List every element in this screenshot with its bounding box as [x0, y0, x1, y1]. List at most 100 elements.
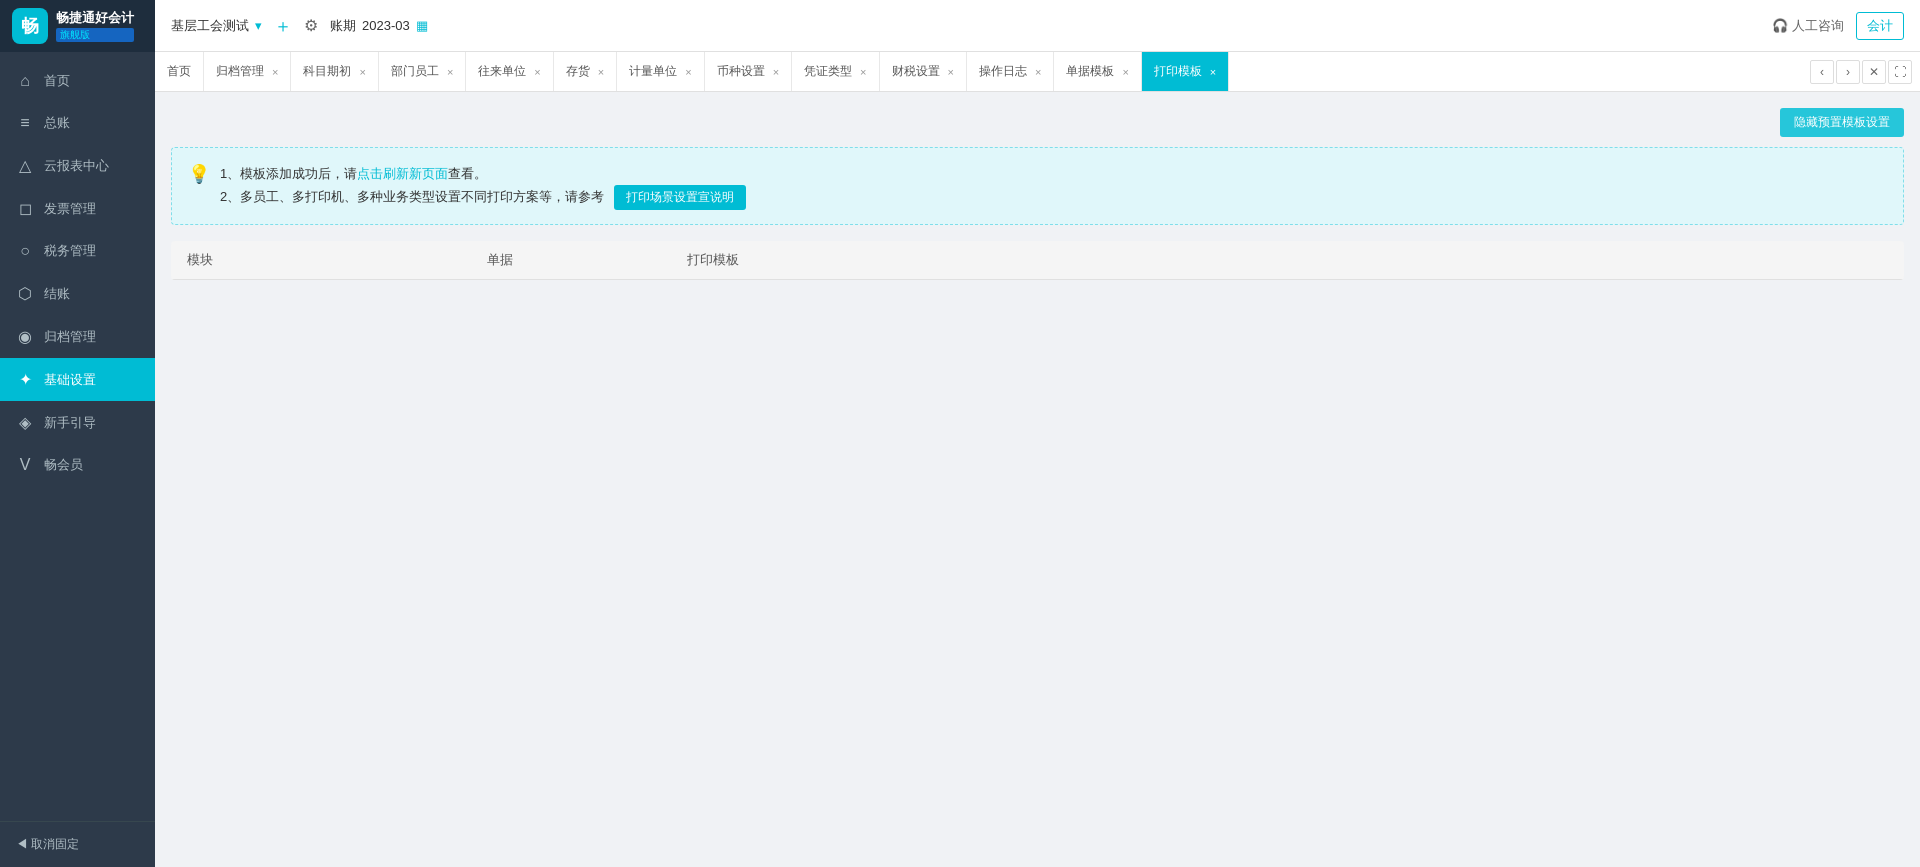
- sidebar-label-guide: 新手引导: [44, 414, 96, 432]
- notice-icon: 💡: [188, 163, 210, 185]
- sidebar-item-reports[interactable]: △云报表中心: [0, 144, 155, 187]
- tab-next-button[interactable]: ›: [1836, 60, 1860, 84]
- sidebar-item-close[interactable]: ⬡结账: [0, 272, 155, 315]
- notice-line1: 1、模板添加成功后，请点击刷新新页面查看。: [220, 162, 1887, 185]
- tab-label-8: 凭证类型: [804, 63, 852, 80]
- tab-item-0[interactable]: 首页: [155, 52, 204, 92]
- logo-title: 畅捷通好会计: [56, 10, 134, 26]
- tab-item-2[interactable]: 科目期初 ×: [291, 52, 378, 92]
- tab-close-button[interactable]: ✕: [1862, 60, 1886, 84]
- sidebar-label-ledger: 总账: [44, 114, 70, 132]
- tab-item-12[interactable]: 打印模板×: [1142, 52, 1229, 92]
- service-label: 人工咨询: [1792, 17, 1844, 35]
- logo-icon: 畅: [12, 8, 48, 44]
- tab-prev-button[interactable]: ‹: [1810, 60, 1834, 84]
- logo-text: 畅捷通好会计 旗舰版: [56, 10, 134, 42]
- tab-label-5: 存货: [566, 63, 590, 80]
- company-arrow-icon: ▾: [255, 18, 262, 33]
- sidebar-label-archive: 归档管理: [44, 328, 96, 346]
- tab-label-1: 归档管理: [216, 63, 264, 80]
- tab-close-1[interactable]: ×: [272, 66, 278, 78]
- tab-close-9[interactable]: ×: [948, 66, 954, 78]
- table-header-module: 模块: [171, 241, 471, 279]
- sidebar-item-archive[interactable]: ◉ 归档管理: [0, 315, 155, 358]
- notice-line2: 2、多员工、多打印机、多种业务类型设置不同打印方案等，请参考 打印场景设置宣说明: [220, 185, 1887, 210]
- tab-label-11: 单据模板: [1066, 63, 1114, 80]
- notice-line1-prefix: 1、模板添加成功后，请: [220, 166, 357, 181]
- tab-label-2: 科目期初: [303, 63, 351, 80]
- tab-item-5[interactable]: 存货 ×: [554, 52, 617, 92]
- tab-close-3[interactable]: ×: [447, 66, 453, 78]
- notice-refresh-link[interactable]: 点击刷新新页面: [357, 166, 448, 181]
- headset-icon: 🎧: [1772, 18, 1788, 33]
- tab-close-2[interactable]: ×: [359, 66, 365, 78]
- sidebar-label-member: 畅会员: [44, 456, 83, 474]
- tab-label-4: 往来单位: [478, 63, 526, 80]
- sidebar-label-home: 首页: [44, 72, 70, 90]
- tab-expand-button[interactable]: ⛶: [1888, 60, 1912, 84]
- sidebar-label-invoice: 发票管理: [44, 200, 96, 218]
- tab-item-9[interactable]: 财税设置×: [880, 52, 967, 92]
- tab-close-12[interactable]: ×: [1210, 66, 1216, 78]
- sidebar-logo: 畅 畅捷通好会计 旗舰版: [0, 0, 155, 52]
- sidebar-item-home[interactable]: ⌂ 首页: [0, 60, 155, 102]
- tab-close-11[interactable]: ×: [1122, 66, 1128, 78]
- add-tab-icon[interactable]: ＋: [274, 14, 292, 38]
- topbar-period: 账期 2023-03 ▦: [330, 17, 428, 35]
- sidebar-footer[interactable]: ◀ 取消固定: [0, 821, 155, 867]
- tab-item-7[interactable]: 币种设置 ×: [705, 52, 792, 92]
- company-name: 基层工会测试: [171, 17, 249, 35]
- topbar-company[interactable]: 基层工会测试 ▾: [171, 17, 262, 35]
- sidebar-item-invoice[interactable]: ◻发票管理: [0, 187, 155, 230]
- tab-close-10[interactable]: ×: [1035, 66, 1041, 78]
- period-value: 2023-03: [362, 18, 410, 33]
- table-header-document: 单据: [471, 241, 671, 279]
- tab-close-4[interactable]: ×: [534, 66, 540, 78]
- tab-item-1[interactable]: 归档管理 ×: [204, 52, 291, 92]
- home-icon: ⌂: [16, 72, 34, 90]
- settings-icon: ✦: [16, 370, 34, 389]
- tab-label-6: 计量单位: [629, 63, 677, 80]
- period-label: 账期: [330, 17, 356, 35]
- tab-item-6[interactable]: 计量单位 ×: [617, 52, 704, 92]
- tab-close-7[interactable]: ×: [773, 66, 779, 78]
- tab-item-11[interactable]: 单据模板 ×: [1054, 52, 1141, 92]
- hide-template-button[interactable]: 隐藏预置模板设置: [1780, 108, 1904, 137]
- reports-icon: △: [16, 156, 34, 175]
- archive-icon: ◉: [16, 327, 34, 346]
- sidebar-item-guide[interactable]: ◈ 新手引导: [0, 401, 155, 444]
- settings-icon[interactable]: ⚙: [304, 16, 318, 35]
- main-content: 基层工会测试 ▾ ＋ ⚙ 账期 2023-03 ▦ 🎧 人工咨询 会计 首页归档…: [155, 0, 1920, 867]
- tab-item-4[interactable]: 往来单位 ×: [466, 52, 553, 92]
- notice-line1-suffix: 查看。: [448, 166, 487, 181]
- tab-close-5[interactable]: ×: [598, 66, 604, 78]
- guide-icon: ◈: [16, 413, 34, 432]
- tab-label-3: 部门员工: [391, 63, 439, 80]
- tax-icon: ○: [16, 242, 34, 260]
- template-table: 模块 单据 打印模板: [171, 241, 1904, 280]
- service-button[interactable]: 🎧 人工咨询: [1772, 17, 1844, 35]
- tab-nav-buttons: ‹ › ✕ ⛶: [1810, 60, 1920, 84]
- tab-label-0: 首页: [167, 63, 191, 80]
- tab-close-6[interactable]: ×: [685, 66, 691, 78]
- logo-subtitle: 旗舰版: [56, 28, 134, 42]
- sidebar: 畅 畅捷通好会计 旗舰版 ⌂ 首页 ≡总账△云报表中心◻发票管理○税务管理⬡结账 ◉ 归…: [0, 0, 155, 867]
- page-content: 隐藏预置模板设置 💡 1、模板添加成功后，请点击刷新新页面查看。 2、多员工、多…: [155, 92, 1920, 867]
- notice-box: 💡 1、模板添加成功后，请点击刷新新页面查看。 2、多员工、多打印机、多种业务类…: [171, 147, 1904, 225]
- tab-item-8[interactable]: 凭证类型 ×: [792, 52, 879, 92]
- tab-label-10: 操作日志: [979, 63, 1027, 80]
- sidebar-item-tax[interactable]: ○税务管理: [0, 230, 155, 272]
- sidebar-item-settings[interactable]: ✦基础设置: [0, 358, 155, 401]
- hide-btn-row: 隐藏预置模板设置: [171, 108, 1904, 137]
- calendar-icon[interactable]: ▦: [416, 18, 428, 33]
- sidebar-item-member[interactable]: V畅会员: [0, 444, 155, 486]
- tab-label-7: 币种设置: [717, 63, 765, 80]
- tab-close-8[interactable]: ×: [860, 66, 866, 78]
- print-scene-button[interactable]: 打印场景设置宣说明: [614, 185, 746, 210]
- sidebar-item-ledger[interactable]: ≡总账: [0, 102, 155, 144]
- tab-item-10[interactable]: 操作日志 ×: [967, 52, 1054, 92]
- kuaiji-button[interactable]: 会计: [1856, 12, 1904, 40]
- tab-item-3[interactable]: 部门员工 ×: [379, 52, 466, 92]
- table-header-template: 打印模板: [671, 241, 1904, 279]
- topbar-right: 🎧 人工咨询 会计: [1772, 12, 1904, 40]
